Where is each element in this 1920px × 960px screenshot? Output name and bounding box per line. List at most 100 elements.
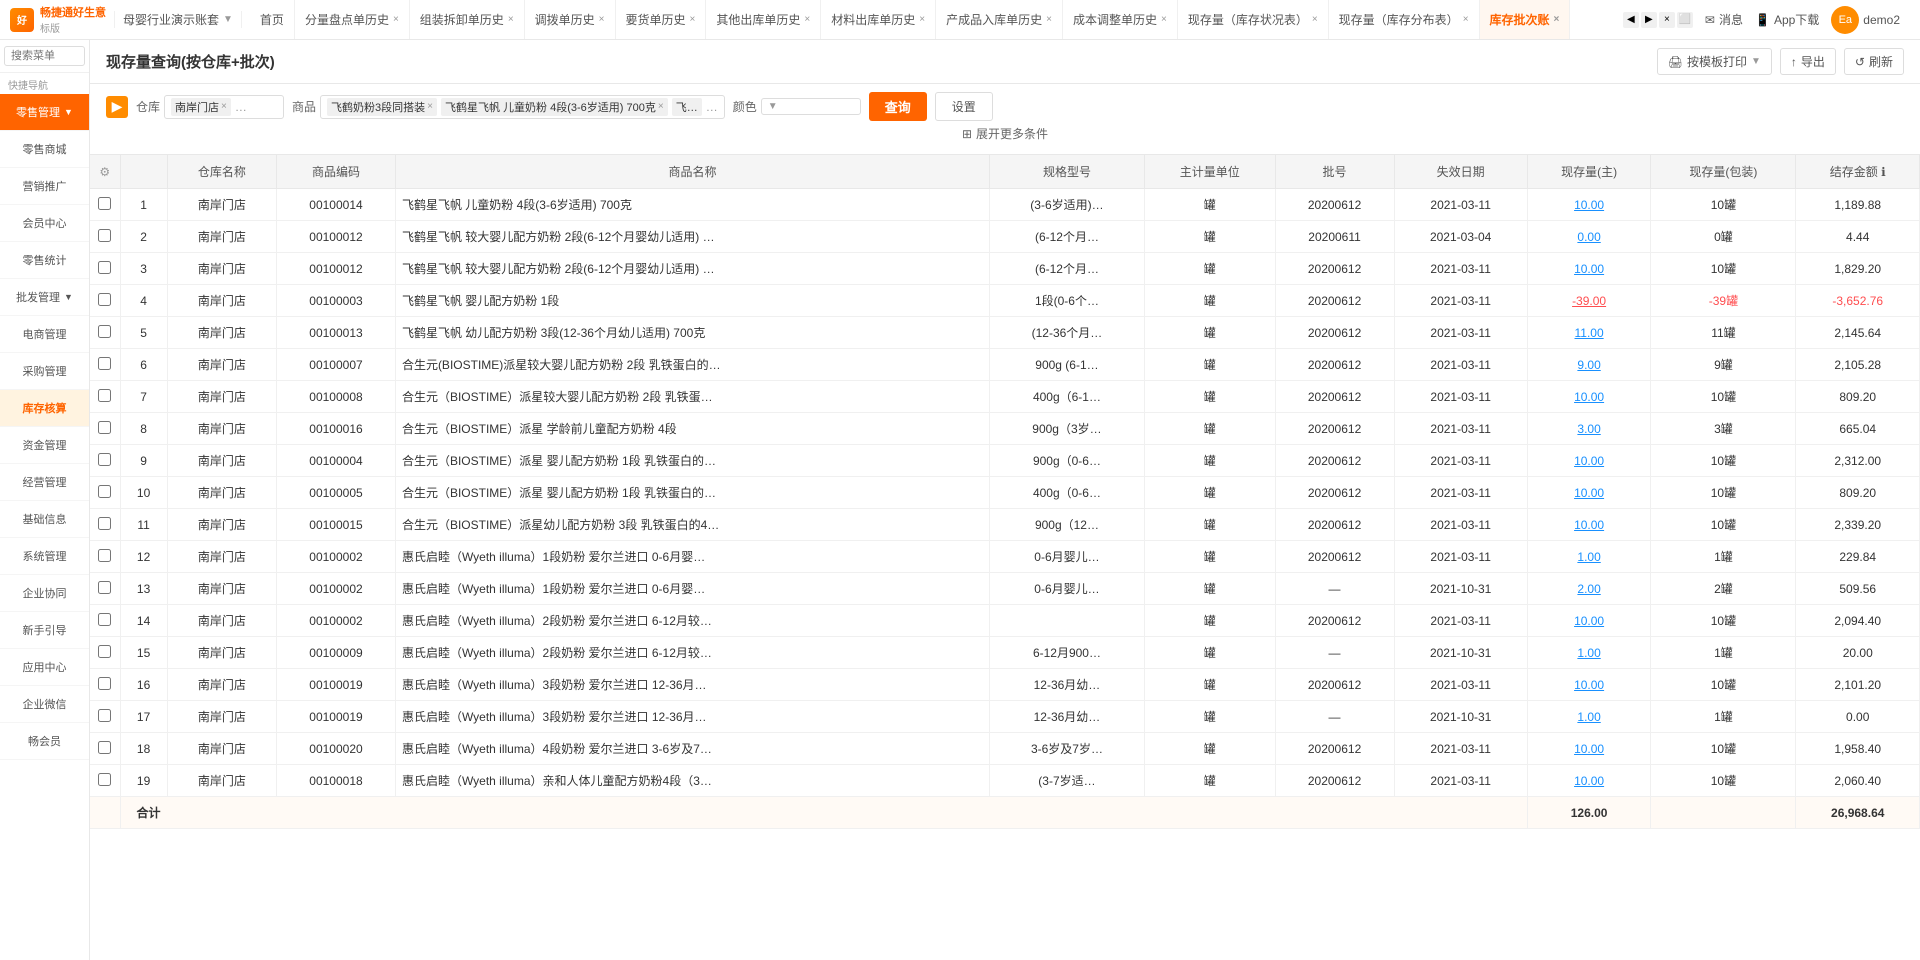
tab-next-button[interactable]: ▶ (1641, 12, 1657, 28)
search-button[interactable]: 查询 (869, 92, 927, 121)
tab-require-history[interactable]: 要货单历史 × (616, 0, 707, 39)
tab-split-history[interactable]: 分量盘点单历史 × (295, 0, 410, 39)
row-stock-main[interactable]: 10.00 (1527, 477, 1651, 509)
row-checkbox-cell[interactable] (90, 541, 120, 573)
tab-stock-distribute[interactable]: 现存量（库存分布表） × (1329, 0, 1480, 39)
close-icon[interactable]: × (919, 14, 925, 25)
row-stock-main[interactable]: 10.00 (1527, 253, 1651, 285)
row-checkbox[interactable] (98, 581, 111, 594)
row-checkbox-cell[interactable] (90, 221, 120, 253)
tab-other-out-history[interactable]: 其他出库单历史 × (706, 0, 821, 39)
refresh-button[interactable]: ↺ 刷新 (1844, 48, 1904, 75)
close-icon[interactable]: × (599, 14, 605, 25)
row-stock-main[interactable]: 1.00 (1527, 701, 1651, 733)
sidebar-item-purchase[interactable]: 采购管理 (0, 353, 89, 390)
row-stock-main[interactable]: 10.00 (1527, 445, 1651, 477)
row-stock-main[interactable]: 10.00 (1527, 605, 1651, 637)
tab-stock-status[interactable]: 现存量（库存状况表） × (1178, 0, 1329, 39)
app-download-button[interactable]: 📱 App下载 (1755, 11, 1819, 28)
sidebar-item-finance[interactable]: 资金管理 (0, 427, 89, 464)
filter-expand-button[interactable]: ▶ (106, 96, 128, 118)
row-stock-main[interactable]: 10.00 (1527, 189, 1651, 221)
tab-home[interactable]: 首页 (250, 0, 295, 39)
row-stock-main[interactable]: -39.00 (1527, 285, 1651, 317)
row-checkbox[interactable] (98, 389, 111, 402)
row-checkbox-cell[interactable] (90, 381, 120, 413)
row-checkbox[interactable] (98, 741, 111, 754)
sidebar-item-vip[interactable]: 畅会员 (0, 723, 89, 760)
row-stock-main[interactable]: 1.00 (1527, 541, 1651, 573)
close-icon[interactable]: × (508, 14, 514, 25)
sidebar-item-enterprise[interactable]: 企业协同 (0, 575, 89, 612)
settings-icon[interactable]: ⚙ (99, 165, 110, 179)
row-stock-main[interactable]: 0.00 (1527, 221, 1651, 253)
print-button[interactable]: 🖨 按模板打印 ▼ (1657, 48, 1772, 75)
user-menu[interactable]: Ea demo2 (1831, 6, 1900, 34)
row-checkbox[interactable] (98, 229, 111, 242)
close-icon[interactable]: × (393, 14, 399, 25)
row-checkbox-cell[interactable] (90, 349, 120, 381)
settings-button[interactable]: 设置 (935, 92, 993, 121)
sidebar-item-operations[interactable]: 经营管理 (0, 464, 89, 501)
row-stock-main[interactable]: 11.00 (1527, 317, 1651, 349)
row-checkbox[interactable] (98, 645, 111, 658)
row-stock-main[interactable]: 10.00 (1527, 733, 1651, 765)
row-checkbox-cell[interactable] (90, 509, 120, 541)
row-checkbox[interactable] (98, 549, 111, 562)
sidebar-item-retail-stat[interactable]: 零售统计 (0, 242, 89, 279)
row-checkbox[interactable] (98, 197, 111, 210)
row-stock-main[interactable]: 10.00 (1527, 765, 1651, 797)
product-filter-input[interactable]: 飞鹤奶粉3段同搭装 × 飞鹤星飞帆 儿童奶粉 4段(3-6岁适用) 700克 ×… (320, 95, 725, 119)
col-settings[interactable]: ⚙ (90, 155, 120, 189)
sidebar-item-ecommerce[interactable]: 电商管理 (0, 316, 89, 353)
remove-product-tag-1-button[interactable]: × (427, 101, 433, 112)
row-checkbox-cell[interactable] (90, 669, 120, 701)
row-checkbox-cell[interactable] (90, 733, 120, 765)
row-checkbox-cell[interactable] (90, 605, 120, 637)
warehouse-filter-input[interactable]: 南岸门店 × … (164, 95, 284, 119)
row-stock-main[interactable]: 2.00 (1527, 573, 1651, 605)
tab-mix-history[interactable]: 调拨单历史 × (525, 0, 616, 39)
close-icon[interactable]: × (690, 14, 696, 25)
row-checkbox[interactable] (98, 485, 111, 498)
sidebar-item-retail-shop[interactable]: 零售商城 (0, 131, 89, 168)
close-icon[interactable]: × (1463, 14, 1469, 25)
close-icon[interactable]: × (1161, 14, 1167, 25)
sidebar-item-guide[interactable]: 新手引导 (0, 612, 89, 649)
sidebar-item-inventory[interactable]: 库存核算 (0, 390, 89, 427)
remove-warehouse-tag-button[interactable]: × (221, 101, 227, 112)
tab-product-in-history[interactable]: 产成品入库单历史 × (936, 0, 1063, 39)
sidebar-item-basics[interactable]: 基础信息 (0, 501, 89, 538)
tab-cost-adjust-history[interactable]: 成本调整单历史 × (1063, 0, 1178, 39)
row-stock-main[interactable]: 10.00 (1527, 509, 1651, 541)
more-conditions-button[interactable]: ⊞ 展开更多条件 (106, 121, 1904, 146)
row-checkbox[interactable] (98, 325, 111, 338)
row-stock-main[interactable]: 9.00 (1527, 349, 1651, 381)
row-checkbox-cell[interactable] (90, 189, 120, 221)
sidebar-item-wholesale[interactable]: 批发管理 ▼ (0, 279, 89, 316)
close-icon[interactable]: × (1554, 14, 1560, 25)
close-icon[interactable]: × (1046, 14, 1052, 25)
sidebar-item-member[interactable]: 会员中心 (0, 205, 89, 242)
row-checkbox[interactable] (98, 709, 111, 722)
row-checkbox[interactable] (98, 421, 111, 434)
row-checkbox-cell[interactable] (90, 317, 120, 349)
close-icon[interactable]: × (1312, 14, 1318, 25)
sidebar-search-input[interactable] (4, 46, 85, 66)
export-button[interactable]: ↑ 导出 (1780, 48, 1836, 75)
remove-product-tag-2-button[interactable]: × (658, 101, 664, 112)
close-icon[interactable]: × (804, 14, 810, 25)
row-checkbox[interactable] (98, 261, 111, 274)
sidebar-item-apps[interactable]: 应用中心 (0, 649, 89, 686)
tab-material-out-history[interactable]: 材料出库单历史 × (821, 0, 936, 39)
row-checkbox-cell[interactable] (90, 445, 120, 477)
row-checkbox[interactable] (98, 613, 111, 626)
sidebar-item-retail[interactable]: 零售管理 ▼ (0, 94, 89, 131)
row-checkbox-cell[interactable] (90, 573, 120, 605)
color-filter-input[interactable]: ▼ (761, 98, 861, 115)
row-checkbox-cell[interactable] (90, 701, 120, 733)
row-checkbox-cell[interactable] (90, 765, 120, 797)
tab-prev-button[interactable]: ◀ (1623, 12, 1639, 28)
tab-maximize-button[interactable]: ⬜ (1677, 12, 1693, 28)
row-stock-main[interactable]: 1.00 (1527, 637, 1651, 669)
